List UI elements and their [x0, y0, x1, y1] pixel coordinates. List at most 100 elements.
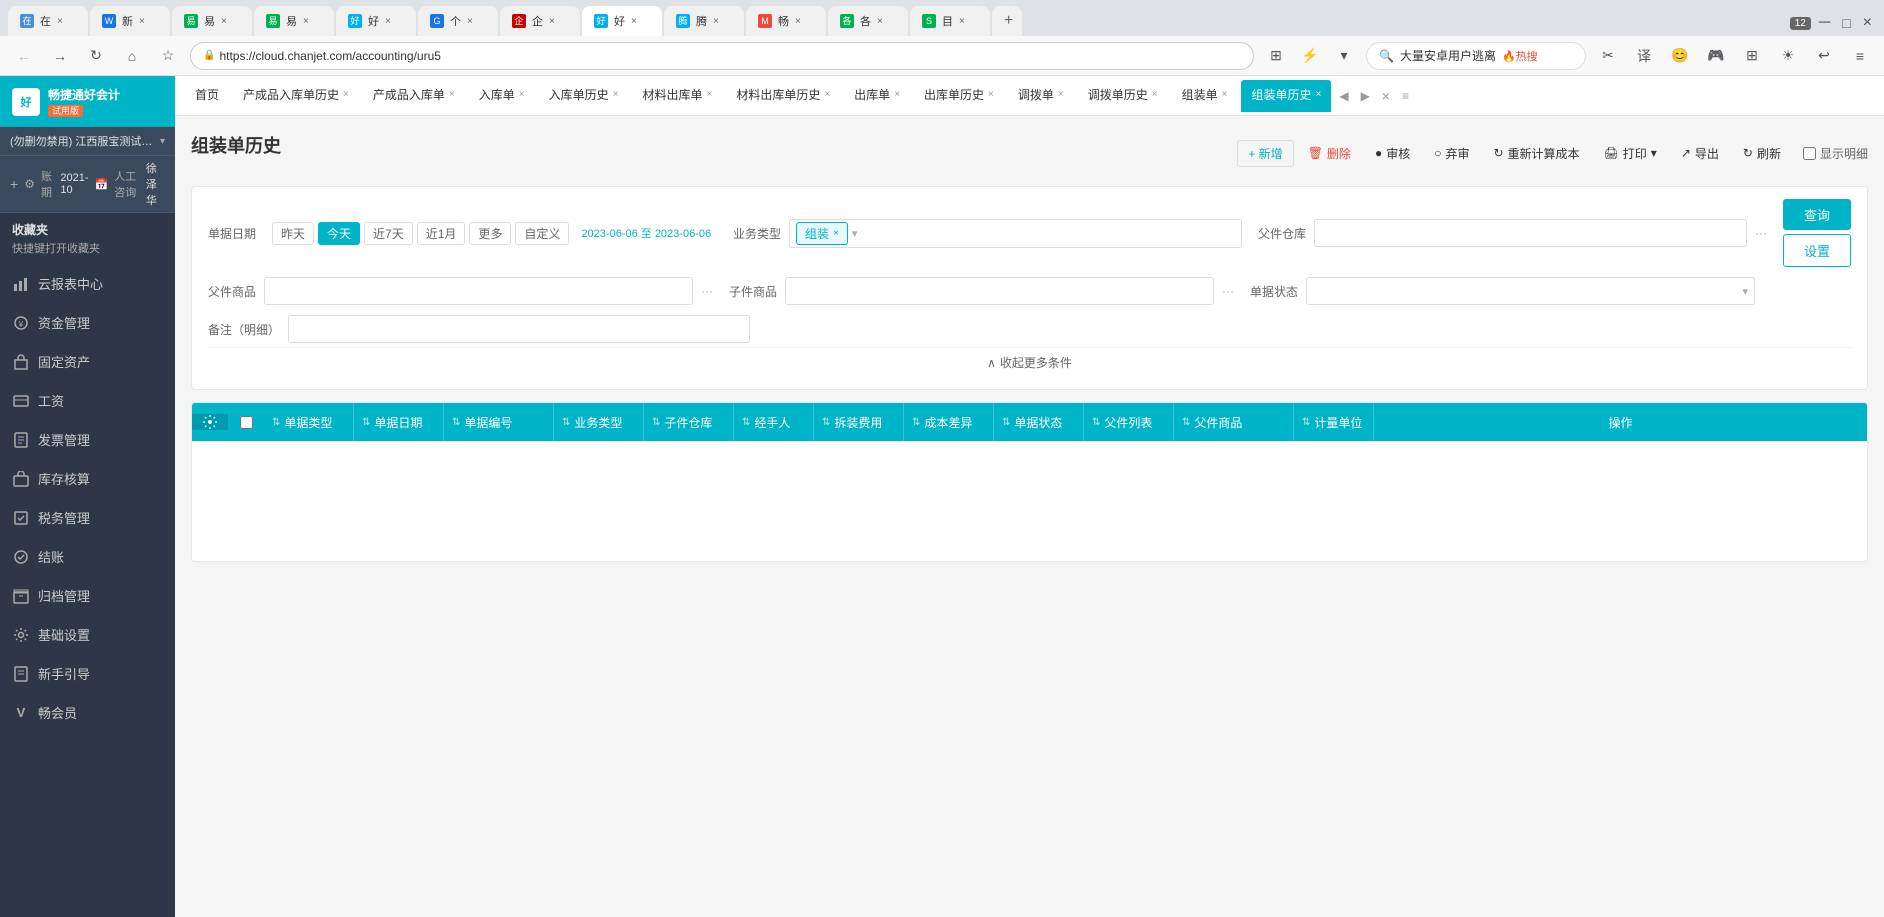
sidebar-item-guide[interactable]: 新手引导: [0, 654, 175, 693]
collapse-button[interactable]: ∧ 收起更多条件: [208, 347, 1851, 377]
parent-goods-more[interactable]: ···: [701, 284, 713, 298]
nav-tab-home[interactable]: 首页: [185, 80, 229, 112]
tab-4[interactable]: 易 易 ×: [254, 6, 334, 36]
print-button[interactable]: 🖨 打印 ▾: [1594, 141, 1667, 166]
sidebar-item-checkout[interactable]: 结账: [0, 537, 175, 576]
nav-tab-2-close[interactable]: ×: [449, 89, 455, 100]
approve-button[interactable]: ● 审核: [1365, 141, 1420, 166]
1month-btn[interactable]: 近1月: [417, 222, 466, 245]
today-btn[interactable]: 今天: [318, 222, 360, 245]
tab-6[interactable]: G 个 ×: [418, 6, 498, 36]
translate-icon[interactable]: 译: [1630, 42, 1658, 70]
nav-tab-3-close[interactable]: ×: [519, 89, 525, 100]
parent-warehouse-more[interactable]: ···: [1755, 226, 1767, 240]
tab-1[interactable]: 在 在 ×: [8, 6, 88, 36]
th-biz-type[interactable]: ⇅ 业务类型: [554, 403, 644, 441]
dropdown-arrow[interactable]: ▾: [1330, 42, 1358, 70]
sidebar-logo[interactable]: 好 畅捷通好会计 试用版: [0, 76, 175, 127]
parent-warehouse-input[interactable]: [1314, 219, 1747, 247]
calendar-icon[interactable]: 📅: [95, 178, 109, 191]
th-parent-list[interactable]: ⇅ 父件列表: [1084, 403, 1174, 441]
nav-prev-icon[interactable]: ◀: [1335, 89, 1352, 103]
yesterday-btn[interactable]: 昨天: [272, 222, 314, 245]
set-button[interactable]: 设置: [1783, 234, 1851, 267]
tab-close-10[interactable]: ×: [795, 16, 801, 27]
show-detail-checkbox[interactable]: 显示明细: [1803, 145, 1868, 162]
search-bar[interactable]: 🔍 大量安卓用户逃离 🔥热搜: [1366, 42, 1586, 70]
tab-close-7[interactable]: ×: [549, 16, 555, 27]
company-selector[interactable]: (勿删勿禁用) 江西服宝测试专用 ▾: [0, 127, 175, 156]
remarks-input[interactable]: [288, 315, 750, 343]
more-btn[interactable]: 更多: [469, 222, 511, 245]
parent-goods-input[interactable]: [264, 277, 693, 305]
sidebar-favorites[interactable]: 收藏夹 快捷键打开收藏夹: [0, 213, 175, 264]
sidebar-item-settings[interactable]: 基础设置: [0, 615, 175, 654]
nav-tab-11[interactable]: 组装单 ×: [1172, 80, 1238, 112]
delete-button[interactable]: 🗑 删除: [1298, 141, 1361, 166]
settings-button-sidebar[interactable]: ⚙: [24, 177, 35, 191]
sun-icon[interactable]: ☀: [1774, 42, 1802, 70]
back-button[interactable]: ←: [10, 42, 38, 70]
7days-btn[interactable]: 近7天: [364, 222, 413, 245]
tab-close-4[interactable]: ×: [303, 16, 309, 27]
tab-9[interactable]: 腾 腾 ×: [664, 6, 744, 36]
show-detail-input[interactable]: [1803, 147, 1816, 160]
recalculate-button[interactable]: ↻ 重新计算成本: [1483, 141, 1589, 166]
nav-tab-12[interactable]: 组装单历史 ×: [1241, 80, 1331, 112]
sidebar-item-inventory[interactable]: 库存核算: [0, 459, 175, 498]
nav-tab-8-close[interactable]: ×: [988, 89, 994, 100]
tab-11[interactable]: 各 各 ×: [828, 6, 908, 36]
nav-tab-4-close[interactable]: ×: [613, 89, 619, 100]
tag-close-icon[interactable]: ×: [833, 228, 839, 239]
lightning-icon[interactable]: ⚡: [1296, 42, 1324, 70]
scissors-icon[interactable]: ✂: [1594, 42, 1622, 70]
business-type-input[interactable]: 组装 × ▾: [789, 219, 1242, 248]
nav-tab-2[interactable]: 产成品入库单 ×: [363, 80, 465, 112]
tab-5[interactable]: 好 好 ×: [336, 6, 416, 36]
bill-status-input[interactable]: ▾: [1306, 277, 1755, 305]
nav-tab-8[interactable]: 出库单历史 ×: [914, 80, 1004, 112]
emoji-icon[interactable]: 😊: [1666, 42, 1694, 70]
nav-tab-6[interactable]: 材料出库单历史 ×: [726, 80, 840, 112]
grid-icon[interactable]: ⊞: [1738, 42, 1766, 70]
th-bill-type[interactable]: ⇅ 单据类型: [264, 403, 354, 441]
tab-close-9[interactable]: ×: [713, 16, 719, 27]
nav-next-icon[interactable]: ▶: [1357, 89, 1374, 103]
th-checkbox[interactable]: [228, 416, 264, 429]
nav-tab-5-close[interactable]: ×: [706, 89, 712, 100]
th-settings[interactable]: [192, 414, 228, 430]
sidebar-item-invoice[interactable]: 发票管理: [0, 420, 175, 459]
th-unit[interactable]: ⇅ 计量单位: [1294, 403, 1374, 441]
tab-close-2[interactable]: ×: [139, 16, 145, 27]
tab-close-11[interactable]: ×: [877, 16, 883, 27]
maximize-icon[interactable]: □: [1838, 15, 1854, 31]
apps-icon[interactable]: ⊞: [1262, 42, 1290, 70]
minimize-icon[interactable]: ─: [1815, 14, 1834, 32]
favorites-sub[interactable]: 快捷键打开收藏夹: [12, 240, 163, 256]
nav-tab-11-close[interactable]: ×: [1222, 89, 1228, 100]
nav-tab-9-close[interactable]: ×: [1058, 89, 1064, 100]
th-bill-date[interactable]: ⇅ 单据日期: [354, 403, 444, 441]
nav-tab-12-close[interactable]: ×: [1315, 89, 1321, 100]
tab-7[interactable]: 企 企 ×: [500, 6, 580, 36]
th-parent-goods[interactable]: ⇅ 父件商品: [1174, 403, 1294, 441]
nav-tab-10[interactable]: 调拨单历史 ×: [1078, 80, 1168, 112]
tab-3[interactable]: 易 易 ×: [172, 6, 252, 36]
sidebar-item-funds[interactable]: ¥ 资金管理: [0, 303, 175, 342]
child-goods-input[interactable]: [785, 277, 1214, 305]
sidebar-item-member[interactable]: V 畅会员: [0, 693, 175, 732]
tab-close-5[interactable]: ×: [385, 16, 391, 27]
game-icon[interactable]: 🎮: [1702, 42, 1730, 70]
add-button-sidebar[interactable]: +: [10, 176, 18, 192]
child-goods-more[interactable]: ···: [1222, 284, 1234, 298]
forward-button[interactable]: →: [46, 42, 74, 70]
new-button[interactable]: + 新增: [1237, 140, 1293, 167]
export-button[interactable]: ↗ 导出: [1671, 141, 1729, 166]
nav-tab-7[interactable]: 出库单 ×: [844, 80, 910, 112]
th-handler[interactable]: ⇅ 经手人: [734, 403, 814, 441]
nav-tab-7-close[interactable]: ×: [894, 89, 900, 100]
nav-more-icon[interactable]: ≡: [1398, 89, 1413, 103]
th-disassemble-fee[interactable]: ⇅ 拆装费用: [814, 403, 904, 441]
nav-tab-1[interactable]: 产成品入库单历史 ×: [233, 80, 359, 112]
query-button[interactable]: 查询: [1783, 199, 1851, 230]
